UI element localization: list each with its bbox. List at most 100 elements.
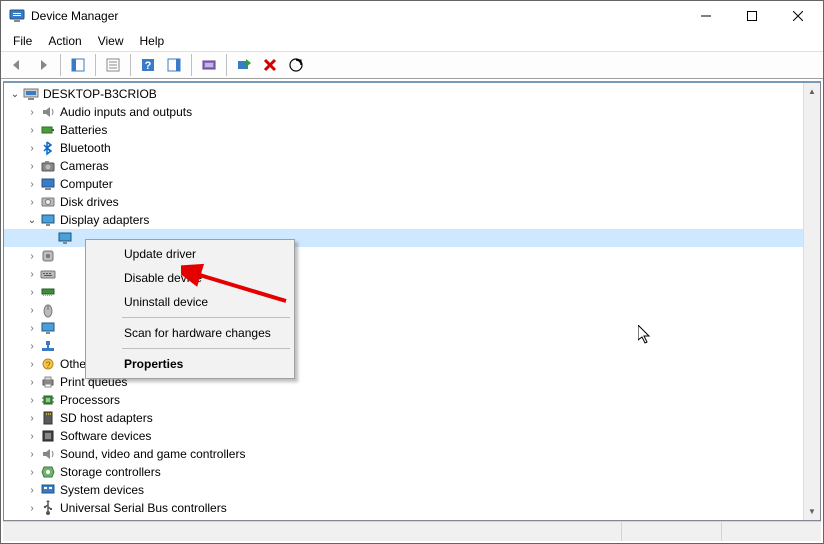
tree-item-label: Disk drives bbox=[60, 195, 119, 209]
tree-item[interactable]: ›Software devices bbox=[4, 427, 803, 445]
tree-item-label: Computer bbox=[60, 177, 113, 191]
uninstall-device-button[interactable] bbox=[258, 53, 282, 77]
status-cell bbox=[721, 522, 821, 541]
back-button[interactable] bbox=[5, 53, 29, 77]
expander-icon[interactable]: › bbox=[25, 393, 39, 407]
expander-icon[interactable]: › bbox=[25, 159, 39, 173]
tree-item-label: Sound, video and game controllers bbox=[60, 447, 245, 461]
computer-root-icon bbox=[23, 86, 39, 102]
tree-item-label: Bluetooth bbox=[60, 141, 111, 155]
tree-item-label: Storage controllers bbox=[60, 465, 161, 479]
expander-icon[interactable]: › bbox=[25, 141, 39, 155]
update-driver-button[interactable] bbox=[197, 53, 221, 77]
expander-icon[interactable]: › bbox=[25, 447, 39, 461]
sd-icon bbox=[40, 410, 56, 426]
tree-item[interactable]: › System devices bbox=[4, 481, 803, 499]
expander-icon[interactable]: ⌄ bbox=[8, 87, 22, 101]
enable-device-button[interactable] bbox=[232, 53, 256, 77]
svg-text:?: ? bbox=[45, 360, 50, 370]
expander-icon[interactable]: › bbox=[25, 357, 39, 371]
tree-item[interactable]: › Bluetooth bbox=[4, 139, 803, 157]
bluetooth-icon bbox=[40, 140, 56, 156]
expander-icon[interactable]: › bbox=[25, 267, 39, 281]
tree-root-label: DESKTOP-B3CRIOB bbox=[43, 87, 157, 101]
tree-item-label: SD host adapters bbox=[60, 411, 153, 425]
battery-icon bbox=[40, 122, 56, 138]
menu-file[interactable]: File bbox=[5, 32, 40, 50]
expander-icon[interactable]: › bbox=[25, 465, 39, 479]
tree-item[interactable]: › SD host adapters bbox=[4, 409, 803, 427]
maximize-button[interactable] bbox=[729, 1, 775, 31]
forward-button[interactable] bbox=[31, 53, 55, 77]
scroll-down-arrow[interactable]: ▼ bbox=[804, 503, 820, 520]
network-icon bbox=[40, 338, 56, 354]
expander-icon[interactable]: › bbox=[25, 303, 39, 317]
scan-hardware-button[interactable] bbox=[284, 53, 308, 77]
tree-item-label: Processors bbox=[60, 393, 120, 407]
toolbar-separator bbox=[60, 54, 61, 76]
tree-item[interactable]: › Disk drives bbox=[4, 193, 803, 211]
expander-icon[interactable]: › bbox=[25, 249, 39, 263]
expander-icon[interactable]: › bbox=[25, 321, 39, 335]
tree-item-label: Display adapters bbox=[60, 213, 149, 227]
context-menu-item[interactable]: Scan for hardware changes bbox=[88, 321, 292, 345]
tree-item[interactable]: ›Universal Serial Bus controllers bbox=[4, 499, 803, 517]
memory-icon bbox=[40, 284, 56, 300]
context-menu-item[interactable]: Uninstall device bbox=[88, 290, 292, 314]
expander-icon[interactable]: › bbox=[25, 375, 39, 389]
display-icon bbox=[40, 212, 56, 228]
properties-button[interactable] bbox=[101, 53, 125, 77]
mouse-icon bbox=[40, 302, 56, 318]
show-hide-console-tree-button[interactable] bbox=[66, 53, 90, 77]
speaker-icon bbox=[40, 446, 56, 462]
tree-item-label: Batteries bbox=[60, 123, 107, 137]
toolbar-separator bbox=[191, 54, 192, 76]
tree-item[interactable]: › Computer bbox=[4, 175, 803, 193]
tree-item[interactable]: › Storage controllers bbox=[4, 463, 803, 481]
scroll-up-arrow[interactable]: ▲ bbox=[804, 83, 820, 100]
minimize-button[interactable] bbox=[683, 1, 729, 31]
context-menu-item[interactable]: Update driver bbox=[88, 242, 292, 266]
tree-item-label: Cameras bbox=[60, 159, 109, 173]
menu-view[interactable]: View bbox=[90, 32, 132, 50]
vertical-scrollbar[interactable]: ▲ ▼ bbox=[803, 83, 820, 520]
expander-icon[interactable]: › bbox=[25, 177, 39, 191]
status-cell bbox=[621, 522, 721, 541]
context-menu-item[interactable]: Disable device bbox=[88, 266, 292, 290]
hid-icon bbox=[40, 248, 56, 264]
expander-icon[interactable]: › bbox=[25, 339, 39, 353]
toolbar: ? bbox=[1, 51, 823, 79]
speaker-icon bbox=[40, 104, 56, 120]
menu-action[interactable]: Action bbox=[40, 32, 89, 50]
tree-item-label: System devices bbox=[60, 483, 144, 497]
tree-item[interactable]: ⌄ Display adapters bbox=[4, 211, 803, 229]
menubar: File Action View Help bbox=[1, 31, 823, 51]
expander-icon[interactable]: › bbox=[25, 105, 39, 119]
tree-root[interactable]: ⌄ DESKTOP-B3CRIOB bbox=[4, 85, 803, 103]
help-button[interactable]: ? bbox=[136, 53, 160, 77]
other-icon: ? bbox=[40, 356, 56, 372]
tree-item[interactable]: › Cameras bbox=[4, 157, 803, 175]
display-icon bbox=[57, 230, 73, 246]
expander-icon[interactable]: › bbox=[25, 123, 39, 137]
context-menu-item[interactable]: Properties bbox=[88, 352, 292, 376]
close-button[interactable] bbox=[775, 1, 821, 31]
expander-icon[interactable]: › bbox=[25, 285, 39, 299]
tree-item[interactable]: › Processors bbox=[4, 391, 803, 409]
display-icon bbox=[40, 320, 56, 336]
expander-icon[interactable]: › bbox=[25, 411, 39, 425]
disk-icon bbox=[40, 194, 56, 210]
tree-item-label: Audio inputs and outputs bbox=[60, 105, 192, 119]
printer-icon bbox=[40, 374, 56, 390]
menu-help[interactable]: Help bbox=[132, 32, 173, 50]
tree-item[interactable]: › Sound, video and game controllers bbox=[4, 445, 803, 463]
expander-icon[interactable]: › bbox=[25, 195, 39, 209]
tree-item[interactable]: › Batteries bbox=[4, 121, 803, 139]
action-pane-button[interactable] bbox=[162, 53, 186, 77]
tree-item[interactable]: › Audio inputs and outputs bbox=[4, 103, 803, 121]
expander-icon[interactable]: › bbox=[25, 429, 39, 443]
expander-icon[interactable]: › bbox=[25, 501, 39, 515]
usb-icon bbox=[40, 500, 56, 516]
expander-icon[interactable]: › bbox=[25, 483, 39, 497]
expander-icon[interactable]: ⌄ bbox=[25, 213, 39, 227]
